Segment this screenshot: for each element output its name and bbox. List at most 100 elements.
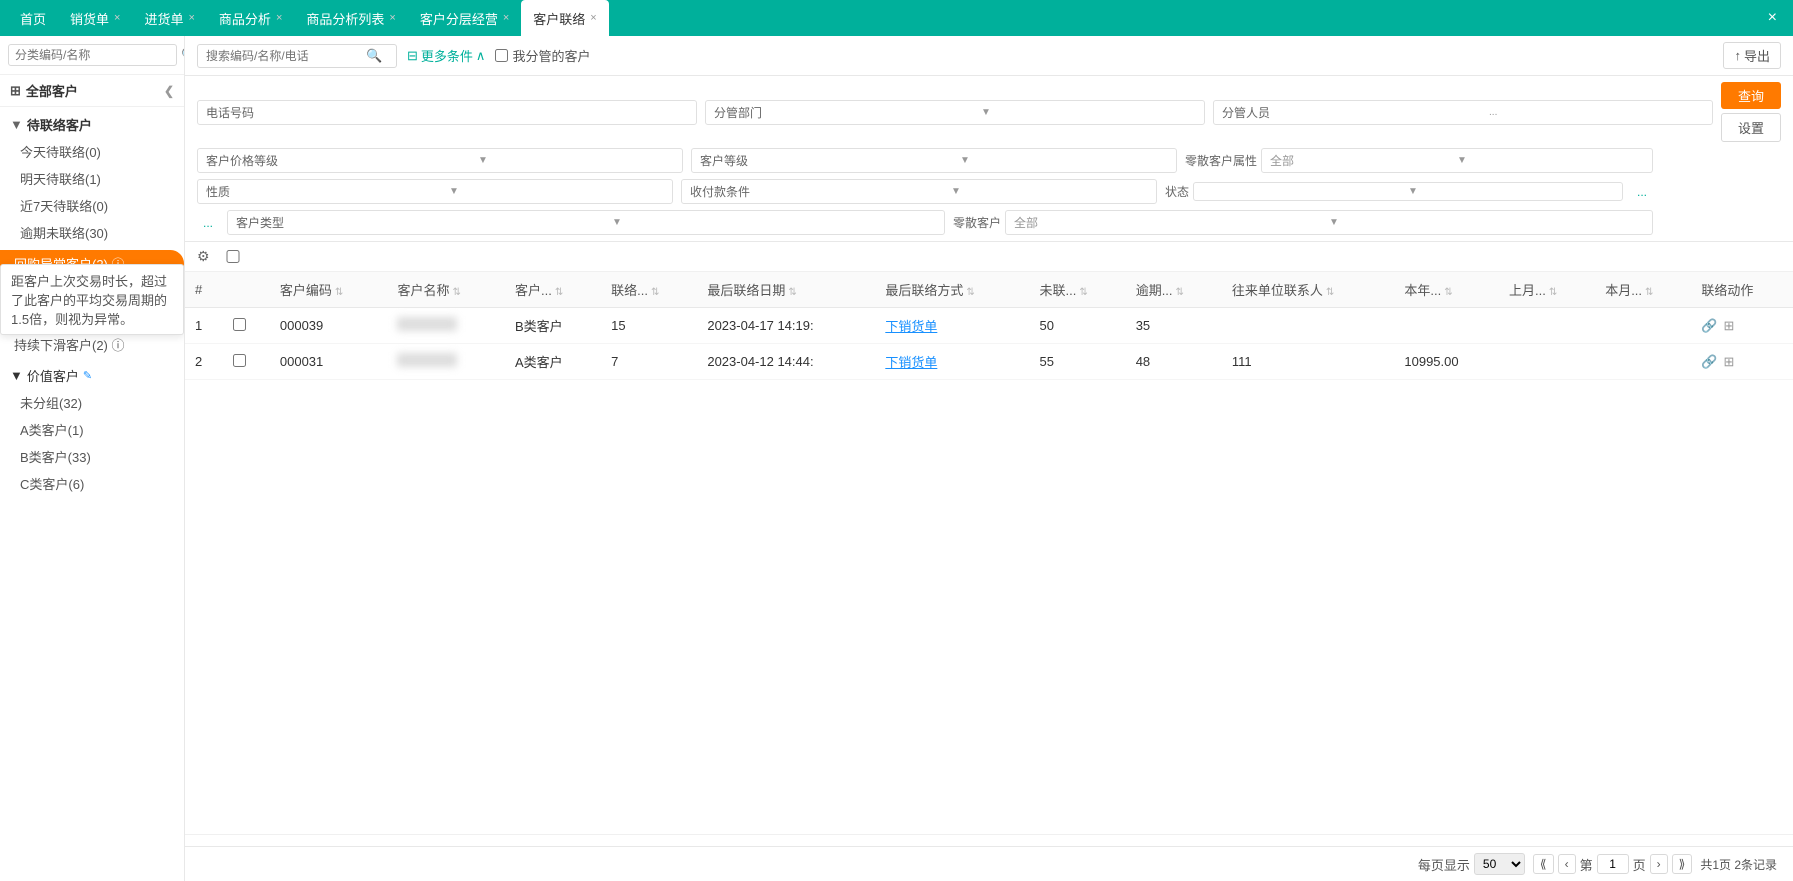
row2-contact-icon[interactable]: 🔗 xyxy=(1701,354,1717,370)
sidebar-item-tomorrow[interactable]: 明天待联络(1) xyxy=(0,165,184,192)
close-window-button[interactable]: × xyxy=(1760,9,1785,27)
filter-row-1: 电话号码 分管部门 ▼ 分管人员 ... 查询 xyxy=(197,82,1781,142)
close-product-analysis-icon[interactable]: × xyxy=(276,12,282,24)
row2-checkbox[interactable] xyxy=(233,354,246,367)
col-name: 客户名称⇅ xyxy=(387,272,505,308)
customer-type-dropdown-icon: ▼ xyxy=(612,217,936,228)
sidebar-item-overdue[interactable]: 逾期未联络(30) xyxy=(0,219,184,246)
more-button-row4[interactable]: ... xyxy=(197,213,219,233)
edit-icon[interactable]: ✎ xyxy=(83,369,92,382)
row1-last-date: 2023-04-17 14:19: xyxy=(697,308,875,344)
grade-filter[interactable]: 客户等级 ▼ xyxy=(691,148,1177,173)
page-number-input[interactable] xyxy=(1597,854,1629,874)
row2-checkbox-cell xyxy=(223,344,270,380)
close-purchase-order-icon[interactable]: × xyxy=(188,12,194,24)
row2-overdue: 48 xyxy=(1126,344,1222,380)
col-last-month: 上月...⇅ xyxy=(1499,272,1595,308)
horizontal-scrollbar[interactable] xyxy=(185,834,1793,846)
nav-product-analysis-list[interactable]: 商品分析列表 × xyxy=(294,0,407,36)
sidebar-item-class-a[interactable]: A类客户(1) xyxy=(0,416,184,443)
phone-input[interactable] xyxy=(258,105,688,119)
row1-type: B类客户 xyxy=(505,308,601,344)
sidebar-item-ungroup[interactable]: 未分组(32) xyxy=(0,389,184,416)
export-area: ↑ 导出 xyxy=(1723,42,1781,69)
row1-last-method[interactable]: 下销货单 xyxy=(875,308,1029,344)
row1-more-icon[interactable]: ⊞ xyxy=(1724,318,1735,334)
value-customer-group-title[interactable]: ▼ 价值客户 ✎ xyxy=(0,362,184,389)
sidebar-search-icon[interactable]: 🔍 xyxy=(181,47,185,63)
my-customers-checkbox[interactable] xyxy=(495,49,508,62)
sidebar-item-7days[interactable]: 近7天待联络(0) xyxy=(0,192,184,219)
first-page-button[interactable]: ⟪ xyxy=(1533,854,1554,874)
person-filter[interactable]: 分管人员 ... xyxy=(1213,100,1713,125)
nav-customer-segmentation[interactable]: 客户分层经营 × xyxy=(408,0,521,36)
sidebar-item-declining[interactable]: 持续下滑客户(2) ⓘ xyxy=(0,331,184,358)
top-nav: 首页 销货单 × 进货单 × 商品分析 × 商品分析列表 × 客户分层经营 × … xyxy=(0,0,1793,36)
col-type: 客户...⇅ xyxy=(505,272,601,308)
sidebar-collapse-button[interactable]: ❮ xyxy=(164,84,174,98)
export-button[interactable]: ↑ 导出 xyxy=(1723,42,1781,69)
status-select[interactable]: ▼ xyxy=(1193,182,1623,201)
nav-sales-order[interactable]: 销货单 × xyxy=(58,0,132,36)
sidebar-item-today[interactable]: 今天待联络(0) xyxy=(0,138,184,165)
row1-actions: 🔗 ⊞ xyxy=(1691,308,1793,344)
col-uncontacted: 未联...⇅ xyxy=(1030,272,1126,308)
close-customer-contact-icon[interactable]: × xyxy=(590,12,596,24)
prev-page-button[interactable]: ‹ xyxy=(1558,854,1576,874)
row2-year-sales: 10995.00 xyxy=(1394,344,1499,380)
nav-home[interactable]: 首页 xyxy=(8,0,58,36)
row2-contacts: 111 xyxy=(1222,344,1395,380)
row1-contact-icon[interactable]: 🔗 xyxy=(1701,318,1717,334)
table-settings-icon[interactable]: ⚙ xyxy=(197,248,210,265)
select-all-checkbox[interactable] xyxy=(218,250,248,263)
waiting-contact-group-title[interactable]: ▼ 待联络客户 xyxy=(0,111,184,138)
filter-icon: ⊟ xyxy=(407,48,418,64)
query-button[interactable]: 查询 xyxy=(1721,82,1781,109)
sidebar-item-class-c[interactable]: C类客户(6) xyxy=(0,470,184,497)
filter-bar: 🔍 ⊟ 更多条件 ∧ 我分管的客户 ↑ 导出 xyxy=(185,36,1793,76)
status-dropdown-icon: ▼ xyxy=(1408,186,1614,197)
row2-contact-count: 7 xyxy=(601,344,697,380)
row1-last-month xyxy=(1499,308,1595,344)
triangle-down-icon2: ▼ xyxy=(10,368,23,383)
table-row: 1 000039 B类客户 15 2023-04-17 14:19: 下销货单 … xyxy=(185,308,1793,344)
triangle-down-icon: ▼ xyxy=(10,117,23,132)
more-button-row3[interactable]: ... xyxy=(1631,182,1653,202)
more-conditions-button[interactable]: ⊟ 更多条件 ∧ xyxy=(407,46,485,65)
close-customer-segmentation-icon[interactable]: × xyxy=(503,12,509,24)
retail-customer-select[interactable]: 全部 ▼ xyxy=(1005,210,1653,235)
chevron-up-icon: ∧ xyxy=(476,48,486,64)
advanced-filter: 电话号码 分管部门 ▼ 分管人员 ... 查询 xyxy=(185,76,1793,242)
row1-checkbox[interactable] xyxy=(233,318,246,331)
waiting-contact-section: ▼ 待联络客户 今天待联络(0) 明天待联络(1) 近7天待联络(0) 逾期未联… xyxy=(0,107,184,250)
col-year-sales: 本年...⇅ xyxy=(1394,272,1499,308)
row2-last-method[interactable]: 下销货单 xyxy=(875,344,1029,380)
row1-this-month xyxy=(1595,308,1691,344)
row2-more-icon[interactable]: ⊞ xyxy=(1724,354,1735,370)
price-grade-filter[interactable]: 客户价格等级 ▼ xyxy=(197,148,683,173)
grade-dropdown-icon: ▼ xyxy=(960,155,1168,166)
main-search-input[interactable] xyxy=(206,49,366,63)
col-checkbox xyxy=(223,272,270,308)
row1-overdue: 35 xyxy=(1126,308,1222,344)
last-page-button[interactable]: ⟫ xyxy=(1672,854,1693,874)
sidebar-search-input[interactable] xyxy=(8,44,177,66)
col-contacts: 往来单位联系人⇅ xyxy=(1222,272,1395,308)
customer-type-filter[interactable]: 客户类型 ▼ xyxy=(227,210,945,235)
gender-filter[interactable]: 性质 ▼ xyxy=(197,179,673,204)
next-page-button[interactable]: › xyxy=(1650,854,1668,874)
main-layout: 🔍 ⊞ 全部客户 ❮ ▼ 待联络客户 今天待联络(0) 明天待联络(1) 近7天… xyxy=(0,36,1793,881)
close-sales-order-icon[interactable]: × xyxy=(114,12,120,24)
payment-filter[interactable]: 收付款条件 ▼ xyxy=(681,179,1157,204)
nav-customer-contact[interactable]: 客户联络 × xyxy=(521,0,608,36)
retail-attr-select[interactable]: 全部 ▼ xyxy=(1261,148,1653,173)
dept-filter[interactable]: 分管部门 ▼ xyxy=(705,100,1205,125)
close-product-analysis-list-icon[interactable]: × xyxy=(389,12,395,24)
main-search-icon[interactable]: 🔍 xyxy=(366,48,382,64)
col-last-method: 最后联络方式⇅ xyxy=(875,272,1029,308)
nav-purchase-order[interactable]: 进货单 × xyxy=(132,0,206,36)
per-page-select[interactable]: 50 20 100 xyxy=(1474,853,1525,875)
nav-product-analysis[interactable]: 商品分析 × xyxy=(207,0,294,36)
sidebar-item-class-b[interactable]: B类客户(33) xyxy=(0,443,184,470)
settings-button[interactable]: 设置 xyxy=(1721,113,1781,142)
